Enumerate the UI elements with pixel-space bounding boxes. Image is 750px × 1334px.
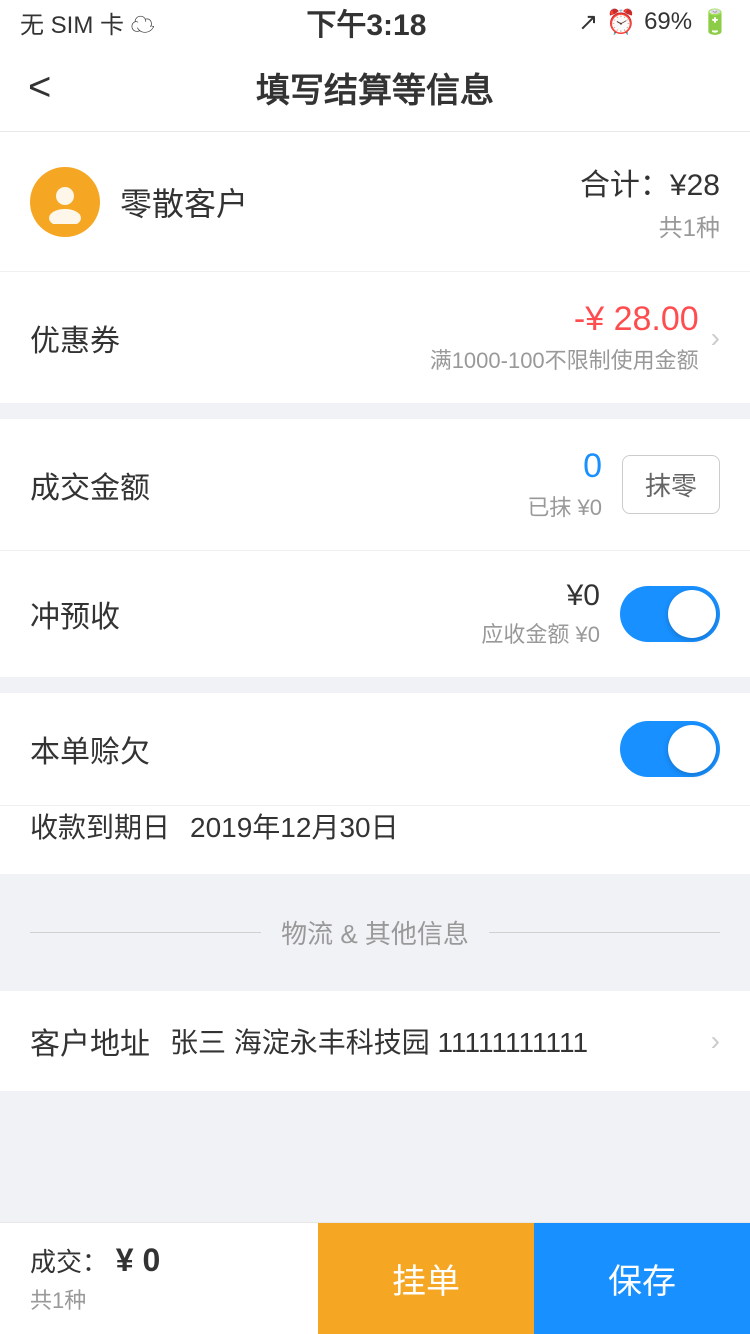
deal-section: 成交金额 0 已抹 ¥0 抹零 冲预收 ¥0 应收金额 ¥0 (0, 419, 750, 677)
debt-toggle[interactable] (620, 721, 720, 777)
location-icon: ↗ (578, 8, 598, 37)
toggle-knob (668, 590, 716, 638)
prepay-right: ¥0 应收金额 ¥0 (481, 579, 720, 649)
battery-icon: 🔋 (700, 8, 730, 37)
total-amount: 合计：¥28 (580, 160, 720, 204)
hold-button[interactable]: 挂单 (318, 1223, 534, 1334)
chevron-right-icon: › (711, 322, 720, 354)
total-count: 共1种 (580, 208, 720, 243)
divider-line-right (489, 932, 720, 933)
customer-name: 零散客户 (120, 179, 248, 225)
debt-date-label: 收款到期日 (30, 806, 170, 846)
coupon-row[interactable]: 优惠券 -¥ 28.00 满1000-100不限制使用金额 › (0, 271, 750, 403)
bottom-summary: 成交： ¥ 0 共1种 (0, 1242, 318, 1315)
coupon-value-wrap: -¥ 28.00 满1000-100不限制使用金额 (430, 300, 699, 375)
status-left: 无 SIM 卡 ☁ (20, 5, 155, 40)
logistics-divider: 物流 & 其他信息 (0, 890, 750, 975)
sim-signal: 无 SIM 卡 ☁ (20, 5, 155, 40)
address-label: 客户地址 (30, 1019, 150, 1063)
customer-section: 零散客户 合计：¥28 共1种 优惠券 -¥ 28.00 满1000-100不限… (0, 132, 750, 403)
address-chevron-icon: › (711, 1025, 720, 1057)
round-zero-button[interactable]: 抹零 (622, 455, 720, 514)
logistics-label: 物流 & 其他信息 (281, 914, 469, 951)
debt-date-value: 2019年12月30日 (190, 806, 399, 846)
battery-level: 69% (644, 8, 692, 36)
coupon-discount: -¥ 28.00 (430, 300, 699, 339)
coupon-right: -¥ 28.00 满1000-100不限制使用金额 › (430, 300, 720, 375)
debt-date-row[interactable]: 收款到期日 2019年12月30日 (0, 805, 750, 874)
coupon-label: 优惠券 (30, 316, 120, 360)
prepay-label: 冲预收 (30, 592, 120, 636)
divider-line-left (30, 932, 261, 933)
deal-label: 成交金额 (30, 463, 150, 507)
page-title: 填写结算等信息 (256, 63, 494, 112)
prepay-sub: 应收金额 ¥0 (481, 617, 600, 649)
prepay-value-wrap: ¥0 应收金额 ¥0 (481, 579, 600, 649)
back-button[interactable]: < (28, 65, 51, 110)
alarm-icon: ⏰ (606, 8, 636, 37)
bottom-count: 共1种 (30, 1283, 288, 1315)
debt-row: 本单赊欠 (0, 693, 750, 805)
nav-bar: < 填写结算等信息 (0, 44, 750, 132)
bottom-bar: 成交： ¥ 0 共1种 挂单 保存 (0, 1222, 750, 1334)
address-row[interactable]: 客户地址 张三 海淀永丰科技园 11111111111 › (0, 991, 750, 1091)
bottom-spacer (0, 1107, 750, 1227)
address-value: 张三 海淀永丰科技园 11111111111 (170, 1021, 711, 1061)
bottom-deal-row: 成交： ¥ 0 (30, 1242, 288, 1279)
status-time: 下午3:18 (306, 0, 426, 44)
address-section: 客户地址 张三 海淀永丰科技园 11111111111 › (0, 991, 750, 1091)
avatar (30, 167, 100, 237)
debt-toggle-knob (668, 725, 716, 773)
deal-value-wrap: 0 已抹 ¥0 (527, 447, 602, 522)
deal-amount: 0 (527, 447, 602, 486)
customer-row: 零散客户 合计：¥28 共1种 (0, 132, 750, 271)
deal-row: 成交金额 0 已抹 ¥0 抹零 (0, 419, 750, 550)
prepay-row: 冲预收 ¥0 应收金额 ¥0 (0, 550, 750, 677)
save-button[interactable]: 保存 (534, 1223, 750, 1334)
deal-sub: 已抹 ¥0 (527, 490, 602, 522)
status-bar: 无 SIM 卡 ☁ 下午3:18 ↗ ⏰ 69% 🔋 (0, 0, 750, 44)
prepay-amount: ¥0 (481, 579, 600, 613)
customer-total: 合计：¥28 共1种 (580, 160, 720, 243)
deal-right: 0 已抹 ¥0 抹零 (527, 447, 720, 522)
debt-label: 本单赊欠 (30, 727, 150, 771)
coupon-desc: 满1000-100不限制使用金额 (430, 343, 699, 375)
prepay-toggle[interactable] (620, 586, 720, 642)
status-right: ↗ ⏰ 69% 🔋 (578, 8, 730, 37)
customer-info: 零散客户 (30, 167, 248, 237)
bottom-deal-label: 成交： (30, 1247, 108, 1277)
debt-section: 本单赊欠 收款到期日 2019年12月30日 (0, 693, 750, 874)
logistics-section: 物流 & 其他信息 (0, 890, 750, 975)
bottom-deal-value: ¥ 0 (116, 1242, 160, 1278)
